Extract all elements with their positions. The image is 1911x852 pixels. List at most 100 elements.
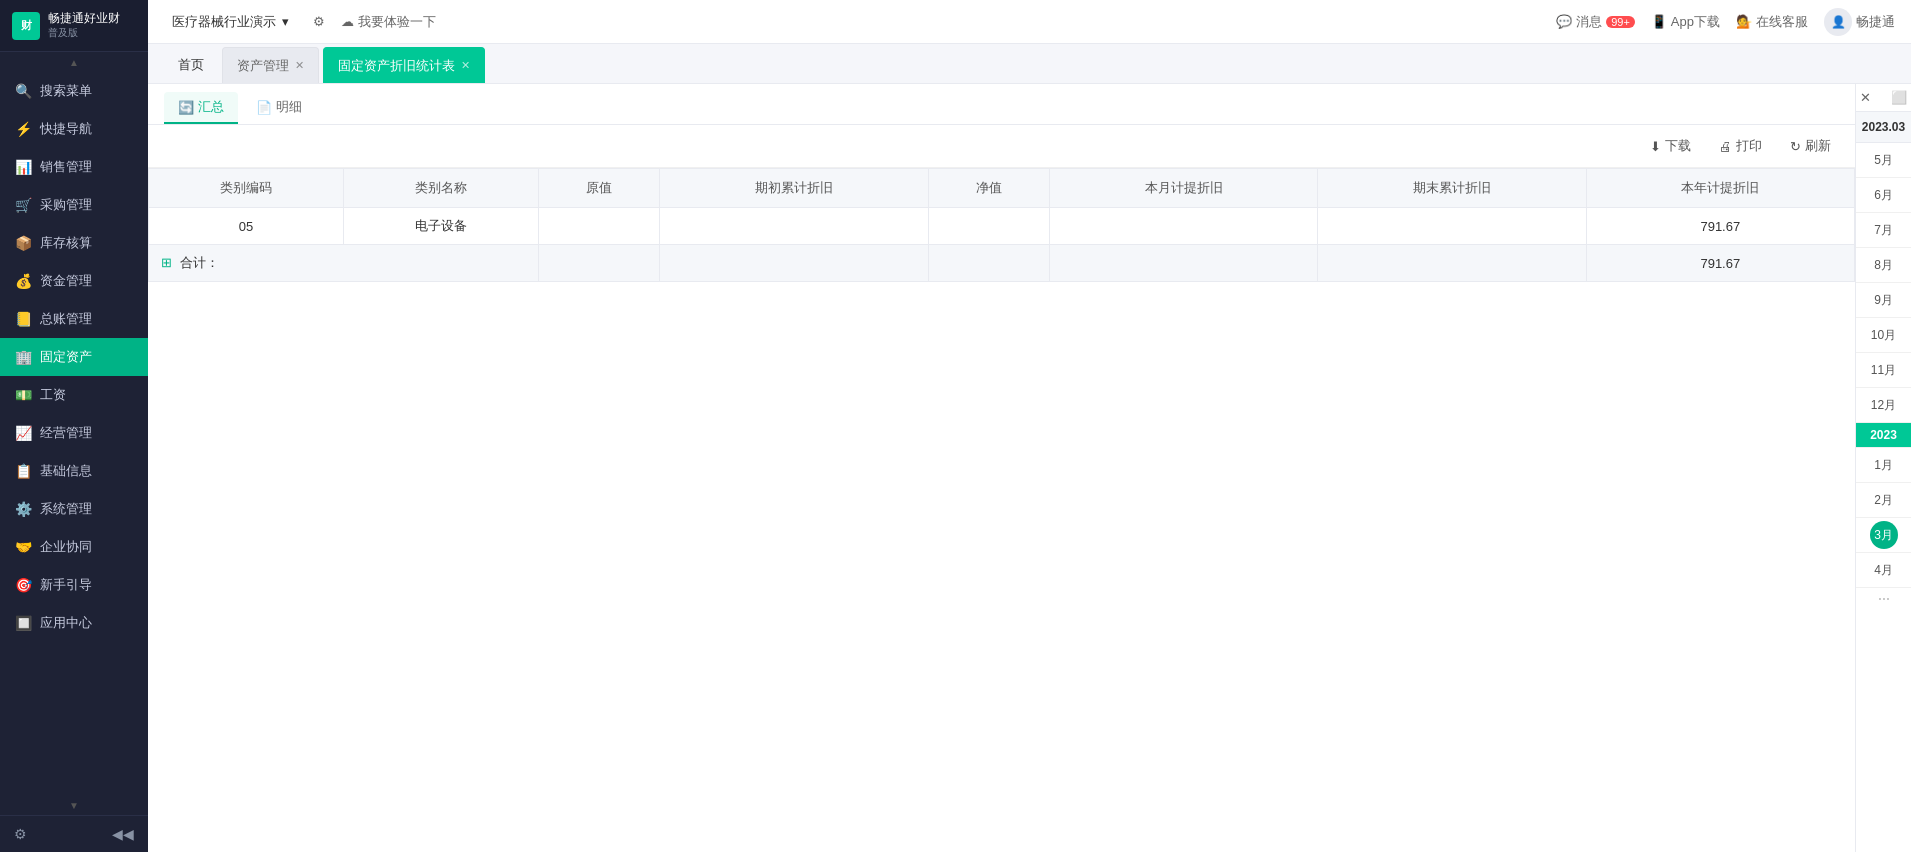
chevron-down-icon: ▾ (282, 14, 289, 29)
sidebar-item-app-center[interactable]: 🔲 应用中心 (0, 604, 148, 642)
table-header-row: 类别编码 类别名称 原值 期初累计折旧 净值 本月计提折旧 期末累计折旧 本年计… (149, 169, 1855, 208)
online-service-btn[interactable]: 💁 在线客服 (1736, 13, 1808, 31)
cell-name: 电子设备 (343, 208, 538, 245)
date-2023-3[interactable]: 3月 (1856, 518, 1911, 553)
sidebar-item-ledger[interactable]: 📒 总账管理 (0, 300, 148, 338)
sidebar-item-inventory[interactable]: 📦 库存核算 (0, 224, 148, 262)
detail-icon: 📄 (256, 100, 272, 115)
message-label: 消息 (1576, 13, 1602, 31)
date-circle-7: 7月 (1870, 216, 1898, 244)
date-9[interactable]: 9月 (1856, 283, 1911, 318)
col-category-name: 类别名称 (343, 169, 538, 208)
online-service-label: 在线客服 (1756, 13, 1808, 31)
date-circle-10: 10月 (1870, 321, 1898, 349)
date-panel-expand-btn[interactable]: ⬜ (1891, 90, 1907, 105)
subtab-detail[interactable]: 📄 明细 (242, 92, 316, 124)
inventory-icon: 📦 (14, 234, 32, 252)
date-5[interactable]: 5月 (1856, 143, 1911, 178)
date-circle-2023-2: 2月 (1870, 486, 1898, 514)
topbar-left: 医疗器械行业演示 ▾ ⚙ ☁ 我要体验一下 (164, 8, 436, 36)
summary-icon: 🔄 (178, 100, 194, 115)
app-logo: 财 畅捷通好业财 普及版 (0, 0, 148, 52)
tab-asset-mgmt-close[interactable]: ✕ (295, 59, 304, 72)
sidebar-item-system[interactable]: ⚙️ 系统管理 (0, 490, 148, 528)
total-net (928, 245, 1049, 282)
date-11[interactable]: 11月 (1856, 353, 1911, 388)
date-expand-dots[interactable]: ⋯ (1856, 588, 1911, 610)
app-download-btn[interactable]: 📱 App下载 (1651, 13, 1720, 31)
tab-depreciation-report[interactable]: 固定资产折旧统计表 ✕ (323, 47, 485, 83)
tab-depreciation-label: 固定资产折旧统计表 (338, 57, 455, 75)
total-accumulated (660, 245, 928, 282)
experience-btn[interactable]: ☁ 我要体验一下 (341, 13, 436, 31)
date-2023-1[interactable]: 1月 (1856, 448, 1911, 483)
sales-icon: 📊 (14, 158, 32, 176)
download-icon: ⬇ (1650, 139, 1661, 154)
depreciation-table: 类别编码 类别名称 原值 期初累计折旧 净值 本月计提折旧 期末累计折旧 本年计… (148, 168, 1855, 282)
date-circle-11: 11月 (1870, 356, 1898, 384)
total-monthly (1050, 245, 1318, 282)
sidebar-search-label: 搜索菜单 (40, 82, 92, 100)
payroll-icon: 💵 (14, 386, 32, 404)
sidebar-basic-info-label: 基础信息 (40, 462, 92, 480)
date-8[interactable]: 8月 (1856, 248, 1911, 283)
sidebar-item-guide[interactable]: 🎯 新手引导 (0, 566, 148, 604)
tab-asset-mgmt[interactable]: 资产管理 ✕ (222, 47, 319, 83)
user-area[interactable]: 👤 畅捷通 (1824, 8, 1895, 36)
scroll-up-arrow[interactable]: ▲ (69, 57, 79, 68)
sidebar-item-purchase[interactable]: 🛒 采购管理 (0, 186, 148, 224)
subtab-bar: 🔄 汇总 📄 明细 (148, 84, 1855, 125)
date-6[interactable]: 6月 (1856, 178, 1911, 213)
sidebar-item-quicknav[interactable]: ⚡ 快捷导航 (0, 110, 148, 148)
company-selector[interactable]: 医疗器械行业演示 ▾ (164, 9, 297, 35)
settings-bottom-icon[interactable]: ⚙ (14, 826, 27, 842)
fixed-assets-icon: 🏢 (14, 348, 32, 366)
date-2023-2[interactable]: 2月 (1856, 483, 1911, 518)
date-panel-close-btn[interactable]: ✕ (1860, 90, 1871, 105)
tab-depreciation-close[interactable]: ✕ (461, 59, 470, 72)
date-panel-header-row: ✕ ⬜ (1856, 84, 1911, 112)
date-12[interactable]: 12月 (1856, 388, 1911, 423)
sidebar-guide-label: 新手引导 (40, 576, 92, 594)
refresh-btn[interactable]: ↻ 刷新 (1782, 133, 1839, 159)
sidebar-item-finance[interactable]: 💰 资金管理 (0, 262, 148, 300)
tab-asset-mgmt-label: 资产管理 (237, 57, 289, 75)
ledger-icon: 📒 (14, 310, 32, 328)
date-2023-4[interactable]: 4月 (1856, 553, 1911, 588)
logo-sub: 普及版 (48, 26, 120, 40)
table-toolbar: ⬇ 下载 🖨 打印 ↻ 刷新 (148, 125, 1855, 168)
print-label: 打印 (1736, 137, 1762, 155)
print-btn[interactable]: 🖨 打印 (1711, 133, 1770, 159)
search-icon: 🔍 (14, 82, 32, 100)
year-2023-label: 2023 (1856, 423, 1911, 448)
sidebar-item-payroll[interactable]: 💵 工资 (0, 376, 148, 414)
date-7[interactable]: 7月 (1856, 213, 1911, 248)
sidebar-operations-label: 经营管理 (40, 424, 92, 442)
scroll-down-arrow[interactable]: ▼ (69, 800, 79, 811)
sidebar-item-enterprise[interactable]: 🤝 企业协同 (0, 528, 148, 566)
sidebar-item-sales[interactable]: 📊 销售管理 (0, 148, 148, 186)
avatar: 👤 (1824, 8, 1852, 36)
col-yearly-depreciation: 本年计提折旧 (1586, 169, 1854, 208)
message-btn[interactable]: 💬 消息 99+ (1556, 13, 1635, 31)
col-original-value: 原值 (538, 169, 659, 208)
total-period (1318, 245, 1586, 282)
date-circle-9: 9月 (1870, 286, 1898, 314)
date-circle-12: 12月 (1870, 391, 1898, 419)
cell-accumulated (660, 208, 928, 245)
date-10[interactable]: 10月 (1856, 318, 1911, 353)
sidebar-item-fixed-assets[interactable]: 🏢 固定资产 (0, 338, 148, 376)
subtab-summary[interactable]: 🔄 汇总 (164, 92, 238, 124)
collapse-sidebar-icon[interactable]: ◀◀ (112, 826, 134, 842)
sidebar-enterprise-label: 企业协同 (40, 538, 92, 556)
settings-icon[interactable]: ⚙ (305, 8, 333, 36)
date-panel: ✕ ⬜ 2023.03 5月 6月 7月 8月 9月 10月 (1855, 84, 1911, 852)
sidebar-app-center-label: 应用中心 (40, 614, 92, 632)
sidebar-item-search[interactable]: 🔍 搜索菜单 (0, 72, 148, 110)
sidebar-item-operations[interactable]: 📈 经营管理 (0, 414, 148, 452)
tab-home[interactable]: 首页 (164, 47, 218, 83)
col-category-code: 类别编码 (149, 169, 344, 208)
topbar-right: 💬 消息 99+ 📱 App下载 💁 在线客服 👤 畅捷通 (1556, 8, 1895, 36)
download-btn[interactable]: ⬇ 下载 (1642, 133, 1699, 159)
sidebar-item-basic-info[interactable]: 📋 基础信息 (0, 452, 148, 490)
